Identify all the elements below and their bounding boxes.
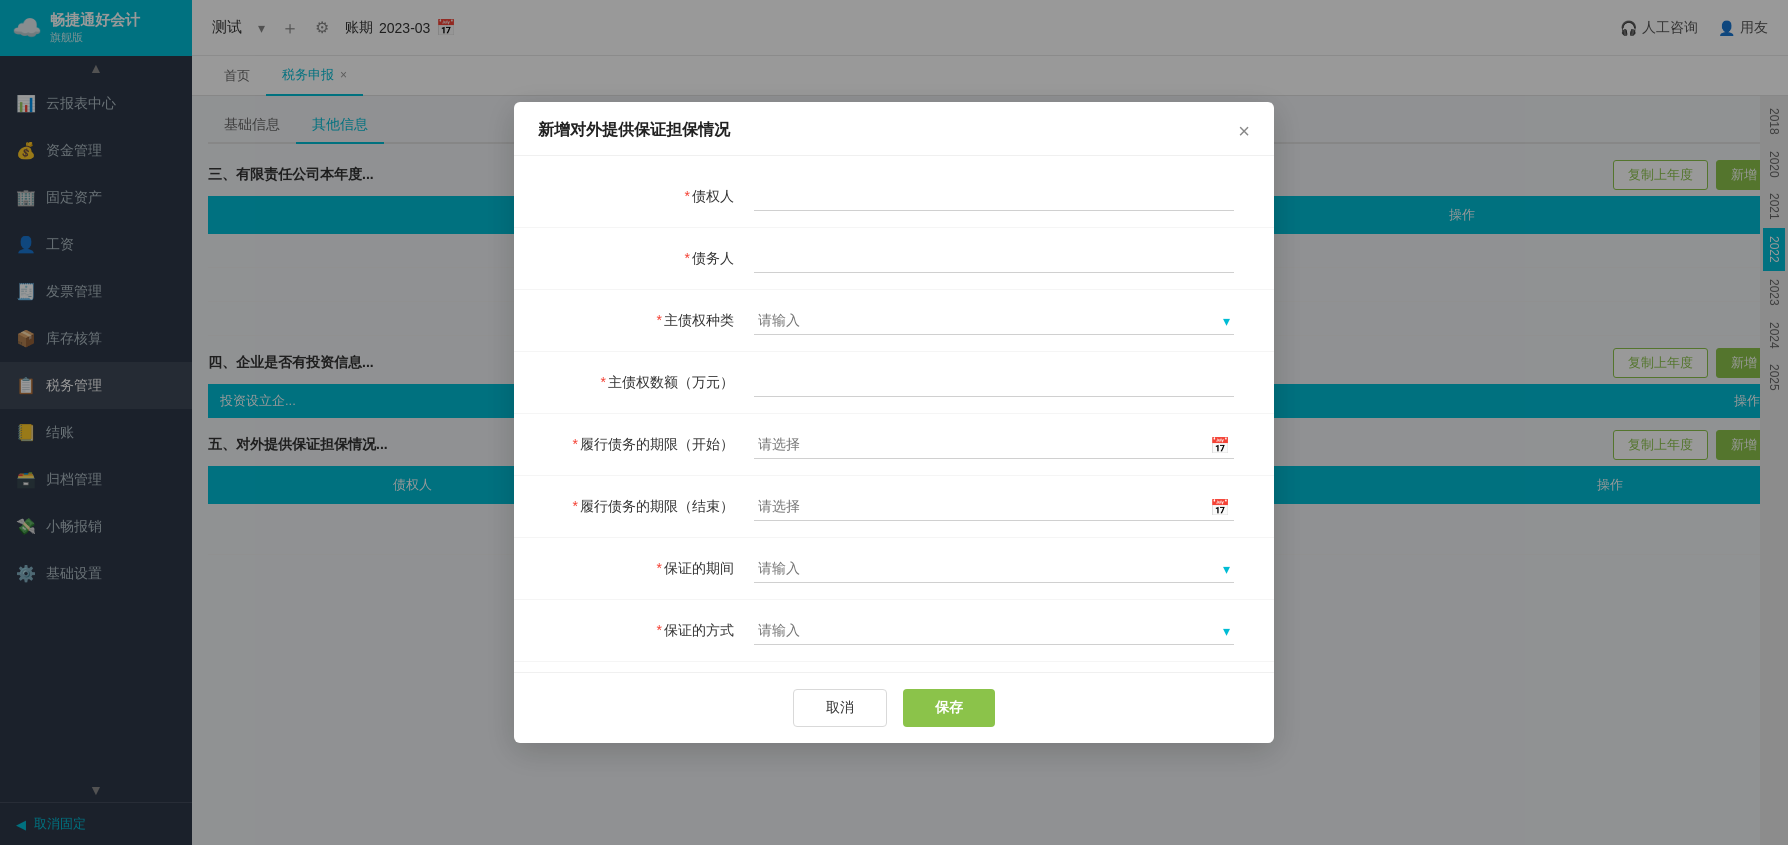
- period-end-wrapper: 📅: [754, 492, 1234, 521]
- form-row-debtor: *债务人: [514, 228, 1274, 290]
- guarantee-method-input[interactable]: [754, 616, 1234, 645]
- period-start-input[interactable]: [754, 430, 1234, 459]
- modal-dialog: 新增对外提供保证担保情况 × *债权人 *债务人: [514, 102, 1274, 743]
- period-end-calendar-icon[interactable]: 📅: [1210, 497, 1230, 516]
- modal-header: 新增对外提供保证担保情况 ×: [514, 102, 1274, 156]
- modal-title: 新增对外提供保证担保情况: [538, 120, 730, 141]
- guarantee-method-label: *保证的方式: [554, 622, 734, 640]
- period-start-label: *履行债务的期限（开始）: [554, 436, 734, 454]
- save-button[interactable]: 保存: [903, 689, 995, 727]
- modal-close-button[interactable]: ×: [1238, 121, 1250, 141]
- guarantee-period-label: *保证的期间: [554, 560, 734, 578]
- guarantee-method-wrapper: ▾: [754, 616, 1234, 645]
- period-start-calendar-icon[interactable]: 📅: [1210, 435, 1230, 454]
- form-row-claim-amount: *主债权数额（万元）: [514, 352, 1274, 414]
- debtor-input-wrapper: [754, 244, 1234, 273]
- cancel-button[interactable]: 取消: [793, 689, 887, 727]
- claim-type-label: *主债权种类: [554, 312, 734, 330]
- modal-overlay: 新增对外提供保证担保情况 × *债权人 *债务人: [0, 0, 1788, 845]
- period-end-label: *履行债务的期限（结束）: [554, 498, 734, 516]
- form-row-period-start: *履行债务的期限（开始） 📅: [514, 414, 1274, 476]
- claim-amount-label: *主债权数额（万元）: [554, 374, 734, 392]
- guarantee-period-input[interactable]: [754, 554, 1234, 583]
- form-row-claim-type: *主债权种类 ▾: [514, 290, 1274, 352]
- claim-amount-input[interactable]: [754, 368, 1234, 397]
- period-end-input[interactable]: [754, 492, 1234, 521]
- form-row-period-end: *履行债务的期限（结束） 📅: [514, 476, 1274, 538]
- creditor-input[interactable]: [754, 182, 1234, 211]
- claim-type-wrapper: ▾: [754, 306, 1234, 335]
- form-row-creditor: *债权人: [514, 166, 1274, 228]
- debtor-label: *债务人: [554, 250, 734, 268]
- guarantee-period-wrapper: ▾: [754, 554, 1234, 583]
- modal-body: *债权人 *债务人 *主债权种类: [514, 156, 1274, 672]
- debtor-input[interactable]: [754, 244, 1234, 273]
- period-start-wrapper: 📅: [754, 430, 1234, 459]
- creditor-label: *债权人: [554, 188, 734, 206]
- claim-type-input[interactable]: [754, 306, 1234, 335]
- creditor-input-wrapper: [754, 182, 1234, 211]
- claim-amount-wrapper: [754, 368, 1234, 397]
- modal-footer: 取消 保存: [514, 672, 1274, 743]
- form-row-guarantee-period: *保证的期间 ▾: [514, 538, 1274, 600]
- form-row-guarantee-method: *保证的方式 ▾: [514, 600, 1274, 662]
